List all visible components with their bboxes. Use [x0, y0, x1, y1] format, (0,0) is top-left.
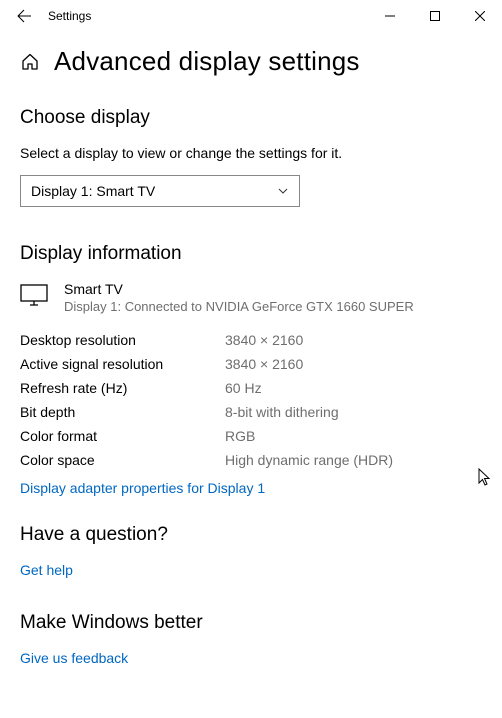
property-label: Active signal resolution — [20, 356, 225, 372]
monitor-icon — [20, 283, 48, 314]
choose-display-heading: Choose display — [20, 107, 482, 129]
property-value: 60 Hz — [225, 380, 262, 396]
window-title: Settings — [44, 9, 367, 23]
property-row: Desktop resolution3840 × 2160 — [20, 328, 482, 352]
minimize-button[interactable] — [367, 0, 412, 32]
property-label: Desktop resolution — [20, 332, 225, 348]
page-title: Advanced display settings — [54, 46, 360, 77]
display-information-heading: Display information — [20, 243, 482, 265]
adapter-properties-link[interactable]: Display adapter properties for Display 1 — [20, 480, 265, 496]
make-windows-better-heading: Make Windows better — [20, 612, 482, 634]
give-feedback-link[interactable]: Give us feedback — [20, 650, 128, 666]
property-label: Refresh rate (Hz) — [20, 380, 225, 396]
property-value: 3840 × 2160 — [225, 356, 303, 372]
maximize-icon — [430, 11, 440, 21]
minimize-icon — [385, 11, 395, 21]
close-icon — [475, 11, 485, 21]
property-row: Active signal resolution3840 × 2160 — [20, 352, 482, 376]
property-row: Color formatRGB — [20, 424, 482, 448]
back-button[interactable] — [4, 0, 44, 32]
property-label: Color space — [20, 452, 225, 468]
close-button[interactable] — [457, 0, 502, 32]
have-question-heading: Have a question? — [20, 524, 482, 546]
property-label: Color format — [20, 428, 225, 444]
choose-display-description: Select a display to view or change the s… — [20, 145, 482, 161]
get-help-link[interactable]: Get help — [20, 562, 73, 578]
property-value: 3840 × 2160 — [225, 332, 303, 348]
arrow-left-icon — [16, 8, 32, 24]
maximize-button[interactable] — [412, 0, 457, 32]
chevron-down-icon — [277, 185, 289, 197]
property-row: Refresh rate (Hz)60 Hz — [20, 376, 482, 400]
home-icon[interactable] — [20, 52, 40, 72]
display-name: Smart TV — [64, 281, 414, 297]
property-value: RGB — [225, 428, 255, 444]
display-select-value: Display 1: Smart TV — [31, 183, 155, 199]
property-row: Bit depth8-bit with dithering — [20, 400, 482, 424]
property-value: 8-bit with dithering — [225, 404, 339, 420]
property-value: High dynamic range (HDR) — [225, 452, 393, 468]
property-row: Color spaceHigh dynamic range (HDR) — [20, 448, 482, 472]
display-select-dropdown[interactable]: Display 1: Smart TV — [20, 175, 300, 207]
display-connection: Display 1: Connected to NVIDIA GeForce G… — [64, 299, 414, 314]
property-label: Bit depth — [20, 404, 225, 420]
